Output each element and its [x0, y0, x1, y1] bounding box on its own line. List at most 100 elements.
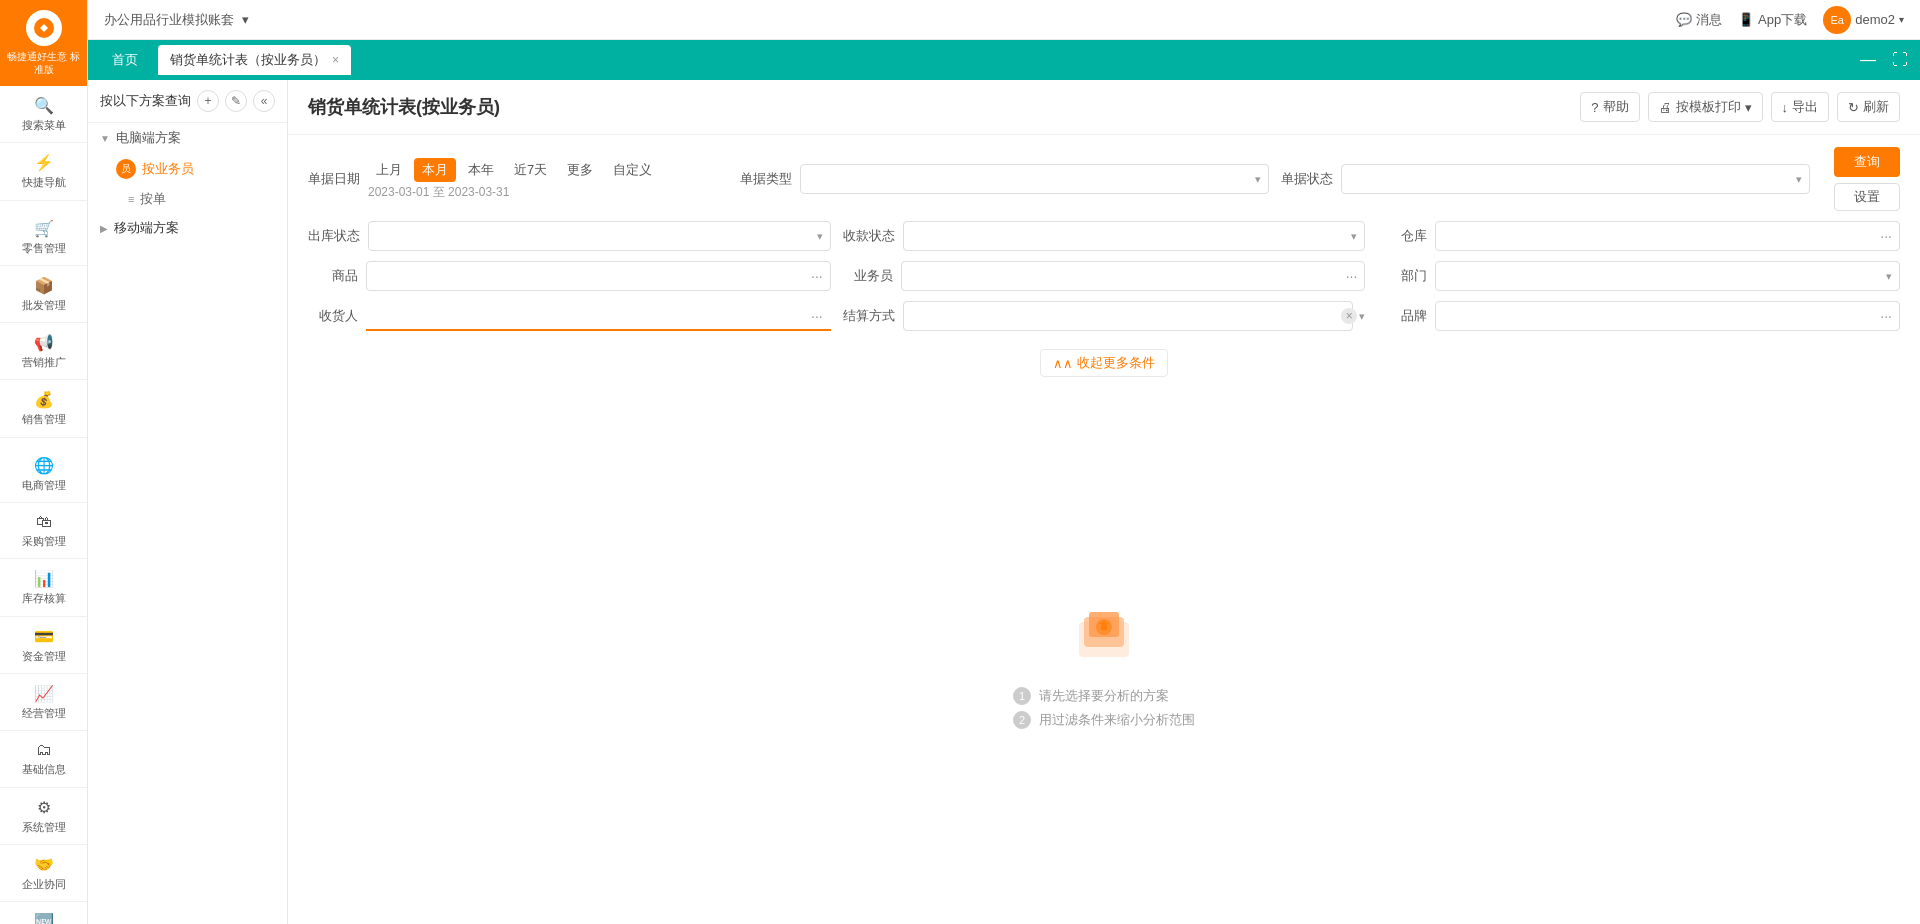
sidebar-item-inventory[interactable]: 📊 库存核算 — [0, 559, 87, 616]
salesperson-input[interactable] — [901, 261, 1366, 291]
avatar-text: Ea — [1831, 14, 1844, 26]
tab-home[interactable]: 首页 — [96, 45, 154, 75]
tree-sub-item-order-label: 按单 — [140, 190, 166, 208]
sidebar-item-marketing[interactable]: 📢 营销推广 — [0, 323, 87, 380]
content-wrapper: 按以下方案查询 + ✎ « ▼ 电脑端方案 员 — [88, 80, 1920, 924]
warehouse-label: 仓库 — [1377, 227, 1427, 245]
recipient-input[interactable] — [366, 301, 831, 331]
tab-expand-btn[interactable]: ⛶ — [1888, 47, 1912, 73]
order-status-arrow: ▾ — [1796, 173, 1802, 186]
export-label: 导出 — [1792, 98, 1818, 116]
outstock-arrow: ▾ — [817, 230, 823, 243]
salesperson-dots[interactable]: ··· — [1346, 268, 1358, 284]
tree-sub-item-order[interactable]: ≡ 按单 — [88, 185, 287, 213]
filter-recipient-field: 收货人 ··· — [308, 301, 831, 331]
tree-item-mobile[interactable]: ▶ 移动端方案 — [88, 213, 287, 243]
sidebar-item-finance[interactable]: 💳 资金管理 — [0, 617, 87, 674]
product-dots[interactable]: ··· — [811, 268, 823, 284]
sidebar-item-search-menu[interactable]: 🔍 搜索菜单 — [0, 86, 87, 143]
query-btn[interactable]: 查询 — [1834, 147, 1900, 177]
brand-dots[interactable]: ··· — [1880, 308, 1892, 324]
export-icon: ↓ — [1782, 100, 1789, 115]
marketing-icon: 📢 — [34, 333, 54, 352]
company-label: 企业协同 — [22, 877, 66, 891]
refresh-btn[interactable]: ↻ 刷新 — [1837, 92, 1900, 122]
sidebar-item-quick-nav[interactable]: ⚡ 快捷导航 — [0, 143, 87, 200]
period-more-btn[interactable]: 更多 — [559, 158, 601, 182]
period-custom-btn[interactable]: 自定义 — [605, 158, 660, 182]
add-scheme-btn[interactable]: + — [197, 90, 219, 112]
active-tab-label: 销货单统计表（按业务员） — [170, 51, 326, 69]
period-this-year-btn[interactable]: 本年 — [460, 158, 502, 182]
template-print-btn[interactable]: 🖨 按模板打印 ▾ — [1648, 92, 1763, 122]
hint-1-num: 1 — [1013, 687, 1031, 705]
empty-hint-1: 1 请先选择要分析的方案 — [1013, 687, 1195, 705]
edit-scheme-btn[interactable]: ✎ — [225, 90, 247, 112]
sidebar-item-company[interactable]: 🤝 企业协同 — [0, 845, 87, 902]
recipient-dots[interactable]: ··· — [811, 308, 823, 324]
edit-icon: ✎ — [231, 94, 241, 108]
ecommerce-label: 电商管理 — [22, 478, 66, 492]
app-download-btn[interactable]: 📱 App下载 — [1738, 11, 1807, 29]
payment-input[interactable] — [903, 221, 1366, 251]
print-dropdown-arrow: ▾ — [1745, 100, 1752, 115]
quick-nav-label: 快捷导航 — [22, 175, 66, 189]
sidebar-item-retail[interactable]: 🛒 零售管理 — [0, 209, 87, 266]
operations-label: 经营管理 — [22, 706, 66, 720]
sidebar-item-guide[interactable]: 🆕 新手引导 — [0, 902, 87, 924]
product-input[interactable] — [366, 261, 831, 291]
tab-close-btn[interactable]: × — [332, 53, 339, 67]
left-panel-actions: + ✎ « — [197, 90, 275, 112]
salesperson-label: 业务员 — [843, 267, 893, 285]
collapse-icon: « — [261, 94, 268, 108]
order-status-input[interactable] — [1341, 164, 1810, 194]
period-this-month-btn[interactable]: 本月 — [414, 158, 456, 182]
collapse-panel-btn[interactable]: « — [253, 90, 275, 112]
salesperson-control: ··· — [901, 261, 1366, 291]
logo-area: 畅捷通好生意 标准版 — [0, 0, 87, 86]
order-status-label: 单据状态 — [1281, 170, 1333, 188]
collapse-btn[interactable]: ∧∧ 收起更多条件 — [1040, 349, 1168, 377]
empty-illustration — [1064, 592, 1144, 675]
print-icon: 🖨 — [1659, 100, 1672, 115]
settlement-clear-btn[interactable]: × — [1341, 308, 1357, 324]
inventory-label: 库存核算 — [22, 591, 66, 605]
sidebar-item-operations[interactable]: 📈 经营管理 — [0, 674, 87, 731]
warehouse-input[interactable] — [1435, 221, 1900, 251]
sidebar-item-sales[interactable]: 💰 销售管理 — [0, 380, 87, 437]
department-input[interactable] — [1435, 261, 1900, 291]
period-recent7-btn[interactable]: 近7天 — [506, 158, 555, 182]
nav-dropdown-arrow[interactable]: ▾ — [242, 12, 249, 27]
sidebar-item-ecommerce[interactable]: 🌐 电商管理 — [0, 446, 87, 503]
user-area[interactable]: Ea demo2 ▾ — [1823, 6, 1904, 34]
outstock-input[interactable] — [368, 221, 831, 251]
refresh-icon: ↻ — [1848, 100, 1859, 115]
left-panel-header: 按以下方案查询 + ✎ « — [88, 80, 287, 123]
messages-btn[interactable]: 💬 消息 — [1676, 11, 1722, 29]
help-btn[interactable]: ? 帮助 — [1580, 92, 1639, 122]
product-control: ··· — [366, 261, 831, 291]
sales-icon: 💰 — [34, 390, 54, 409]
sidebar-item-basic[interactable]: 🗂 基础信息 — [0, 731, 87, 787]
order-type-input[interactable] — [800, 164, 1269, 194]
sidebar-item-purchase[interactable]: 🛍 采购管理 — [0, 503, 87, 559]
tree-section-pc[interactable]: ▼ 电脑端方案 — [88, 123, 287, 153]
settlement-input[interactable] — [903, 301, 1354, 331]
tab-minimize-btn[interactable]: — — [1856, 47, 1880, 73]
warehouse-dots[interactable]: ··· — [1880, 228, 1892, 244]
messages-label: 消息 — [1696, 11, 1722, 29]
sidebar-item-wholesale[interactable]: 📦 批发管理 — [0, 266, 87, 323]
sidebar-item-system[interactable]: ⚙ 系统管理 — [0, 788, 87, 845]
tree-item-salesperson[interactable]: 员 按业务员 — [88, 153, 287, 185]
refresh-label: 刷新 — [1863, 98, 1889, 116]
quick-nav-icon: ⚡ — [34, 153, 54, 172]
period-last-month-btn[interactable]: 上月 — [368, 158, 410, 182]
tab-active[interactable]: 销货单统计表（按业务员） × — [158, 45, 351, 75]
brand-input[interactable] — [1435, 301, 1900, 331]
settlement-control: × ▾ — [903, 301, 1366, 331]
company-icon: 🤝 — [34, 855, 54, 874]
settings-btn[interactable]: 设置 — [1834, 183, 1900, 211]
export-btn[interactable]: ↓ 导出 — [1771, 92, 1830, 122]
user-name: demo2 — [1855, 12, 1895, 27]
filter-date-field: 单据日期 上月 本月 本年 近7天 更多 自定义 2023-03-01 至 20… — [308, 158, 728, 201]
